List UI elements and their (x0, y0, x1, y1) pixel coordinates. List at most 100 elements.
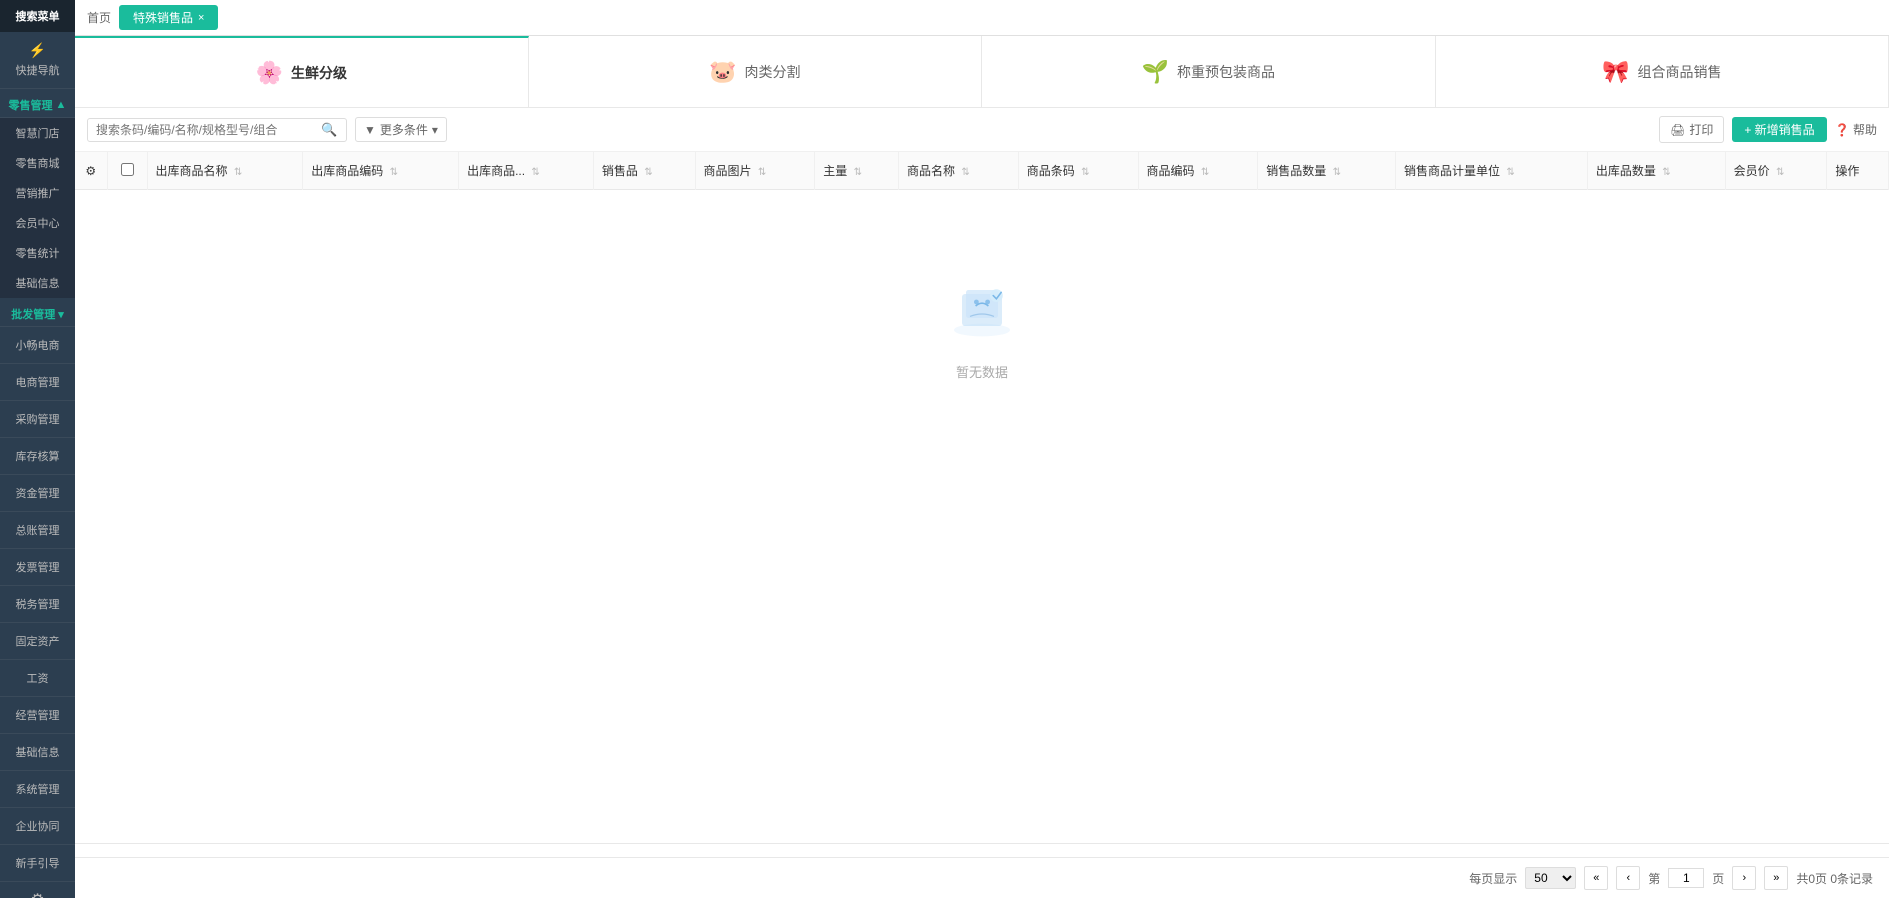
per-page-select[interactable]: 50 10 20 100 (1525, 867, 1576, 889)
search-icon[interactable]: 🔍 (321, 122, 337, 138)
col-sale-unit[interactable]: 销售商品计量单位 ⇅ (1396, 152, 1588, 190)
select-all-checkbox[interactable] (121, 163, 134, 176)
sidebar-item-mini-ecom[interactable]: 小畅电商 (0, 327, 75, 364)
sidebar-item-smart-store[interactable]: 智慧门店 (0, 118, 75, 148)
topbar: 首页 特殊销售品 × (75, 0, 1889, 36)
page-number-input[interactable] (1668, 868, 1704, 888)
col-barcode[interactable]: 商品条码 ⇅ (1018, 152, 1138, 190)
close-tab-button[interactable]: × (198, 12, 204, 24)
quick-nav-icon: ⚡ (29, 42, 46, 59)
col-product-name[interactable]: 商品名称 ⇅ (899, 152, 1019, 190)
horizontal-scrollbar[interactable] (75, 843, 1889, 857)
empty-state-icon (942, 270, 1022, 350)
col-sale-qty-label: 销售品数量 (1266, 164, 1326, 178)
col-out-spec-label: 出库商品... (467, 164, 525, 178)
sidebar-item-tax[interactable]: 税务管理 (0, 586, 75, 623)
col-sale-item-label: 销售品 (602, 164, 638, 178)
tax-label: 税务管理 (16, 596, 60, 612)
sidebar-item-basic-info[interactable]: 基础信息 (0, 268, 75, 298)
tab-scale-pack-label: 称重预包装商品 (1177, 62, 1275, 82)
data-table: ⚙ 出库商品名称 ⇅ 出库商品编码 ⇅ 出库商品... (75, 152, 1889, 190)
col-out-code[interactable]: 出库商品编码 ⇅ (303, 152, 459, 190)
main-content: 首页 特殊销售品 × 🌸 生鲜分级 🐷 肉类分割 🌱 称重预包装商品 🎀 组合商… (75, 0, 1889, 898)
empty-text: 暂无数据 (956, 362, 1008, 381)
col-out-qty[interactable]: 出库品数量 ⇅ (1587, 152, 1725, 190)
sort-icon-sale-unit: ⇅ (1506, 167, 1514, 178)
total-records-text: 共0页 0条记录 (1796, 870, 1873, 887)
sidebar-section-wholesale[interactable]: 批发管理 ▾ (0, 298, 75, 327)
home-breadcrumb[interactable]: 首页 (87, 9, 111, 26)
search-box[interactable]: 🔍 (87, 118, 347, 142)
sidebar-item-newbie[interactable]: 新手引导 (0, 845, 75, 882)
sidebar-item-sales-promo[interactable]: 营销推广 (0, 178, 75, 208)
column-settings-icon[interactable]: ⚙ (85, 164, 96, 178)
sidebar-item-quick-nav[interactable]: ⚡ 快捷导航 (0, 32, 75, 89)
filter-button[interactable]: ▼ 更多条件 ▾ (355, 117, 447, 142)
sidebar-item-ops[interactable]: 经营管理 (0, 697, 75, 734)
sidebar-item-fixed-assets[interactable]: 固定资产 (0, 623, 75, 660)
filter-icon: ▼ (364, 123, 376, 137)
fixed-assets-label: 固定资产 (16, 633, 60, 649)
col-product-code[interactable]: 商品编码 ⇅ (1138, 152, 1258, 190)
tab-combo-sales[interactable]: 🎀 组合商品销售 (1436, 36, 1889, 107)
combo-sales-icon: 🎀 (1602, 59, 1629, 85)
add-product-button[interactable]: + 新增销售品 (1732, 117, 1826, 142)
col-product-img[interactable]: 商品图片 ⇅ (695, 152, 815, 190)
settings-gear-button[interactable]: ⚙ (0, 882, 75, 898)
ops-label: 经营管理 (16, 707, 60, 723)
sidebar-item-inventory[interactable]: 库存核算 (0, 438, 75, 475)
general-ledger-label: 总账管理 (16, 522, 60, 538)
col-product-name-label: 商品名称 (907, 164, 955, 178)
sidebar-item-wages[interactable]: 工资 (0, 660, 75, 697)
empty-state: 暂无数据 (75, 190, 1889, 461)
sidebar-item-purchase[interactable]: 采购管理 (0, 401, 75, 438)
enterprise-label: 企业协同 (16, 818, 60, 834)
wholesale-arrow: ▾ (58, 308, 64, 321)
last-page-button[interactable]: » (1764, 866, 1788, 890)
sort-icon-out-code: ⇅ (390, 167, 398, 178)
sidebar-item-general-ledger[interactable]: 总账管理 (0, 512, 75, 549)
col-sale-qty[interactable]: 销售品数量 ⇅ (1258, 152, 1396, 190)
col-out-name[interactable]: 出库商品名称 ⇅ (147, 152, 303, 190)
print-label: 打印 (1689, 121, 1713, 138)
next-page-button[interactable]: › (1732, 866, 1756, 890)
sidebar-item-system[interactable]: 系统管理 (0, 771, 75, 808)
help-button[interactable]: ❓ 帮助 (1835, 121, 1877, 138)
sidebar-item-retail-stats[interactable]: 零售统计 (0, 238, 75, 268)
col-sale-item[interactable]: 销售品 ⇅ (593, 152, 695, 190)
print-button[interactable]: 🖨 打印 (1659, 116, 1724, 143)
tab-meat-cut[interactable]: 🐷 肉类分割 (529, 36, 983, 107)
sidebar-item-enterprise[interactable]: 企业协同 (0, 808, 75, 845)
toolbar: 🔍 ▼ 更多条件 ▾ 🖨 打印 + 新增销售品 ❓ 帮助 (75, 108, 1889, 152)
table-header-row: ⚙ 出库商品名称 ⇅ 出库商品编码 ⇅ 出库商品... (75, 152, 1889, 190)
current-tab-badge[interactable]: 特殊销售品 × (119, 5, 218, 30)
col-member-price[interactable]: 会员价 ⇅ (1725, 152, 1827, 190)
first-page-button[interactable]: « (1584, 866, 1608, 890)
sidebar-section-retail[interactable]: 零售管理 ▲ (0, 89, 75, 118)
sidebar-logo[interactable]: 搜索菜单 (0, 0, 75, 32)
page-suffix: 页 (1712, 870, 1724, 887)
col-checkbox[interactable] (107, 152, 147, 190)
search-input[interactable] (96, 123, 316, 137)
tab-scale-pack[interactable]: 🌱 称重预包装商品 (982, 36, 1436, 107)
sidebar-item-invoice[interactable]: 发票管理 (0, 549, 75, 586)
col-barcode-label: 商品条码 (1027, 164, 1075, 178)
basic-info-label: 基础信息 (16, 278, 60, 290)
sidebar-item-member-center[interactable]: 会员中心 (0, 208, 75, 238)
tab-fresh-grade[interactable]: 🌸 生鲜分级 (75, 36, 529, 107)
prev-page-button[interactable]: ‹ (1616, 866, 1640, 890)
sort-icon-product-code: ⇅ (1201, 167, 1209, 178)
sort-icon-barcode: ⇅ (1081, 167, 1089, 178)
col-main-weight[interactable]: 主量 ⇅ (815, 152, 899, 190)
print-icon: 🖨 (1670, 123, 1685, 137)
col-settings[interactable]: ⚙ (75, 152, 107, 190)
sidebar-item-basic-info2[interactable]: 基础信息 (0, 734, 75, 771)
sales-promo-label: 营销推广 (16, 188, 60, 200)
basic-info2-label: 基础信息 (16, 744, 60, 760)
sidebar-item-ecom-mgmt[interactable]: 电商管理 (0, 364, 75, 401)
sidebar-item-retail-mall[interactable]: 零售商城 (0, 148, 75, 178)
col-out-spec[interactable]: 出库商品... ⇅ (459, 152, 594, 190)
col-actions-label: 操作 (1835, 164, 1859, 178)
sidebar-item-finance[interactable]: 资金管理 (0, 475, 75, 512)
feature-tabs: 🌸 生鲜分级 🐷 肉类分割 🌱 称重预包装商品 🎀 组合商品销售 (75, 36, 1889, 108)
